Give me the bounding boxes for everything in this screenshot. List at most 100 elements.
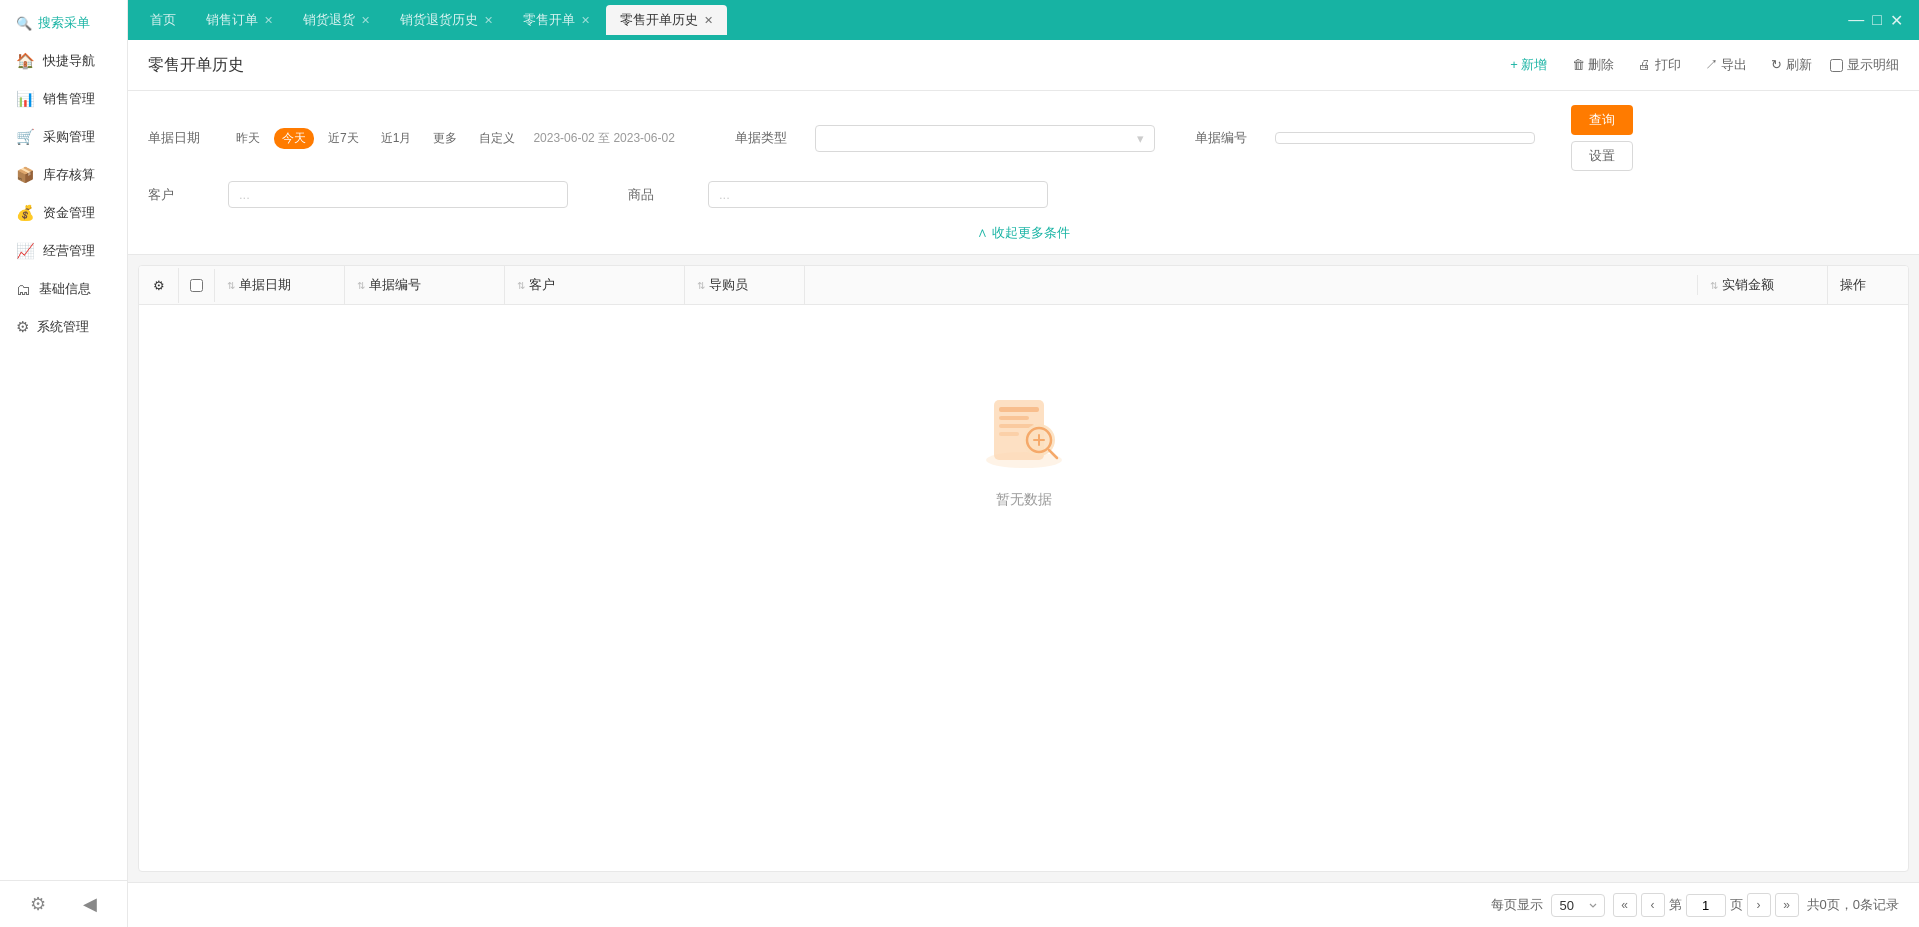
date-btn-custom[interactable]: 自定义 <box>471 128 523 149</box>
date-btn-yesterday[interactable]: 昨天 <box>228 128 268 149</box>
base-info-icon: 🗂 <box>16 281 31 298</box>
home-icon: 🏠 <box>16 52 35 70</box>
sidebar-item-sales-mgmt[interactable]: 📊 销售管理 <box>0 80 127 118</box>
th-num: ⇅ 单据编号 <box>345 266 505 304</box>
window-controls: — □ ✕ <box>1848 11 1911 30</box>
filter-area: 单据日期 昨天 今天 近7天 近1月 更多 自定义 2023-06-02 至 2… <box>128 91 1919 255</box>
refresh-button[interactable]: ↻ 刷新 <box>1765 52 1818 78</box>
delete-button[interactable]: 🗑 删除 <box>1566 52 1621 78</box>
sys-mgmt-icon: ⚙ <box>16 318 29 336</box>
date-filter-label: 单据日期 <box>148 129 208 147</box>
sidebar-item-finance[interactable]: 💰 资金管理 <box>0 194 127 232</box>
next-page-button[interactable]: › <box>1747 893 1771 917</box>
goods-filter-input[interactable]: ... <box>708 181 1048 208</box>
svg-rect-2 <box>999 407 1039 412</box>
query-button[interactable]: 查询 <box>1571 105 1633 135</box>
sidebar-item-operations[interactable]: 📈 经营管理 <box>0 232 127 270</box>
tab-close-sales-return[interactable]: ✕ <box>361 14 370 27</box>
setting-button[interactable]: 设置 <box>1571 141 1633 171</box>
date-btn-7days[interactable]: 近7天 <box>320 128 367 149</box>
th-check[interactable] <box>179 269 215 302</box>
collapse-sidebar-icon[interactable]: ◀ <box>83 893 97 915</box>
print-button[interactable]: 🖨 打印 <box>1632 52 1687 78</box>
sidebar-label-base-info: 基础信息 <box>39 280 91 298</box>
sidebar-item-base-info[interactable]: 🗂 基础信息 <box>0 270 127 308</box>
th-amount: ⇅ 实销金额 <box>1698 266 1828 304</box>
select-all-checkbox[interactable] <box>190 279 203 292</box>
detail-checkbox-input[interactable] <box>1830 59 1843 72</box>
sort-guide-icon[interactable]: ⇅ <box>697 280 705 291</box>
sidebar-bottom: ⚙ ◀ <box>0 880 127 927</box>
pagination-bar: 每页显示 10 20 50 100 « ‹ 第 页 › » 共0页，0条记录 <box>128 882 1919 927</box>
sort-date-icon[interactable]: ⇅ <box>227 280 235 291</box>
customer-filter-label: 客户 <box>148 186 208 204</box>
finance-icon: 💰 <box>16 204 35 222</box>
date-btn-more[interactable]: 更多 <box>425 128 465 149</box>
last-page-button[interactable]: » <box>1775 893 1799 917</box>
tab-sales-return-history[interactable]: 销货退货历史 ✕ <box>386 5 507 35</box>
num-filter-input[interactable] <box>1275 132 1535 144</box>
empty-illustration <box>974 385 1074 475</box>
total-text: 共0页，0条记录 <box>1807 896 1899 914</box>
date-btn-today[interactable]: 今天 <box>274 128 314 149</box>
tab-retail-open[interactable]: 零售开单 ✕ <box>509 5 604 35</box>
type-filter-select[interactable]: ▾ <box>815 125 1155 152</box>
type-filter-label: 单据类型 <box>735 129 795 147</box>
export-button[interactable]: ↗ 导出 <box>1699 52 1754 78</box>
tab-bar: 首页 销售订单 ✕ 销货退货 ✕ 销货退货历史 ✕ 零售开单 ✕ 零售开单历史 … <box>128 0 1919 40</box>
table-header: ⚙ ⇅ 单据日期 ⇅ 单据编号 ⇅ 客户 ⇅ 导购员 ⇅ <box>139 266 1908 305</box>
svg-rect-4 <box>999 424 1034 428</box>
page-navigation: « ‹ 第 页 › » <box>1613 893 1799 917</box>
window-close[interactable]: ✕ <box>1890 11 1903 30</box>
tab-sales-return[interactable]: 销货退货 ✕ <box>289 5 384 35</box>
sidebar-item-quick-nav[interactable]: 🏠 快捷导航 <box>0 42 127 80</box>
svg-rect-3 <box>999 416 1029 420</box>
tab-close-retail-history[interactable]: ✕ <box>704 14 713 27</box>
date-btn-1month[interactable]: 近1月 <box>373 128 420 149</box>
sidebar-label-purchase-mgmt: 采购管理 <box>43 128 95 146</box>
sort-amount-icon[interactable]: ⇅ <box>1710 280 1718 291</box>
per-page-select[interactable]: 10 20 50 100 <box>1551 894 1605 917</box>
tab-sales-order[interactable]: 销售订单 ✕ <box>192 5 287 35</box>
sidebar: 🔍 搜索采单 🏠 快捷导航 📊 销售管理 🛒 采购管理 📦 库存核算 💰 资金管… <box>0 0 128 927</box>
sort-customer-icon[interactable]: ⇅ <box>517 280 525 291</box>
page-title: 零售开单历史 <box>148 55 244 76</box>
sidebar-label-operations: 经营管理 <box>43 242 95 260</box>
prev-page-button[interactable]: ‹ <box>1641 893 1665 917</box>
window-maximize[interactable]: □ <box>1872 11 1882 29</box>
tab-home[interactable]: 首页 <box>136 5 190 35</box>
filter-row-2: 客户 ... 商品 ... <box>148 181 1899 208</box>
tab-retail-history[interactable]: 零售开单历史 ✕ <box>606 5 727 35</box>
th-customer: ⇅ 客户 <box>505 266 685 304</box>
add-button[interactable]: + 新增 <box>1504 52 1553 78</box>
sidebar-label-quick-nav: 快捷导航 <box>43 52 95 70</box>
show-detail-checkbox[interactable]: 显示明细 <box>1830 56 1899 74</box>
date-range-display: 2023-06-02 至 2023-06-02 <box>533 130 674 147</box>
collapse-filter-btn[interactable]: ∧ 收起更多条件 <box>148 218 1899 244</box>
per-page-label: 每页显示 <box>1491 896 1543 914</box>
th-date: ⇅ 单据日期 <box>215 266 345 304</box>
empty-state: 暂无数据 <box>139 305 1908 589</box>
main-content: 首页 销售订单 ✕ 销货退货 ✕ 销货退货历史 ✕ 零售开单 ✕ 零售开单历史 … <box>128 0 1919 927</box>
tab-close-sales-order[interactable]: ✕ <box>264 14 273 27</box>
tab-close-sales-return-history[interactable]: ✕ <box>484 14 493 27</box>
settings-bottom-icon[interactable]: ⚙ <box>30 893 46 915</box>
first-page-button[interactable]: « <box>1613 893 1637 917</box>
page-input[interactable] <box>1686 894 1726 917</box>
tab-close-retail-open[interactable]: ✕ <box>581 14 590 27</box>
svg-rect-5 <box>999 432 1019 436</box>
num-filter-label: 单据编号 <box>1195 129 1255 147</box>
search-icon: 🔍 <box>16 16 32 31</box>
sidebar-label-sys-mgmt: 系统管理 <box>37 318 89 336</box>
sidebar-item-purchase-mgmt[interactable]: 🛒 采购管理 <box>0 118 127 156</box>
th-gear[interactable]: ⚙ <box>139 268 179 303</box>
window-minimize[interactable]: — <box>1848 11 1864 29</box>
sort-num-icon[interactable]: ⇅ <box>357 280 365 291</box>
header-actions: + 新增 🗑 删除 🖨 打印 ↗ 导出 ↻ 刷新 显示明细 <box>1504 52 1899 78</box>
customer-filter-input[interactable]: ... <box>228 181 568 208</box>
sidebar-search[interactable]: 🔍 搜索采单 <box>0 0 127 42</box>
sidebar-item-sys-mgmt[interactable]: ⚙ 系统管理 <box>0 308 127 346</box>
th-action: 操作 <box>1828 266 1908 304</box>
filter-row-1: 单据日期 昨天 今天 近7天 近1月 更多 自定义 2023-06-02 至 2… <box>148 105 1899 171</box>
sidebar-item-inventory[interactable]: 📦 库存核算 <box>0 156 127 194</box>
